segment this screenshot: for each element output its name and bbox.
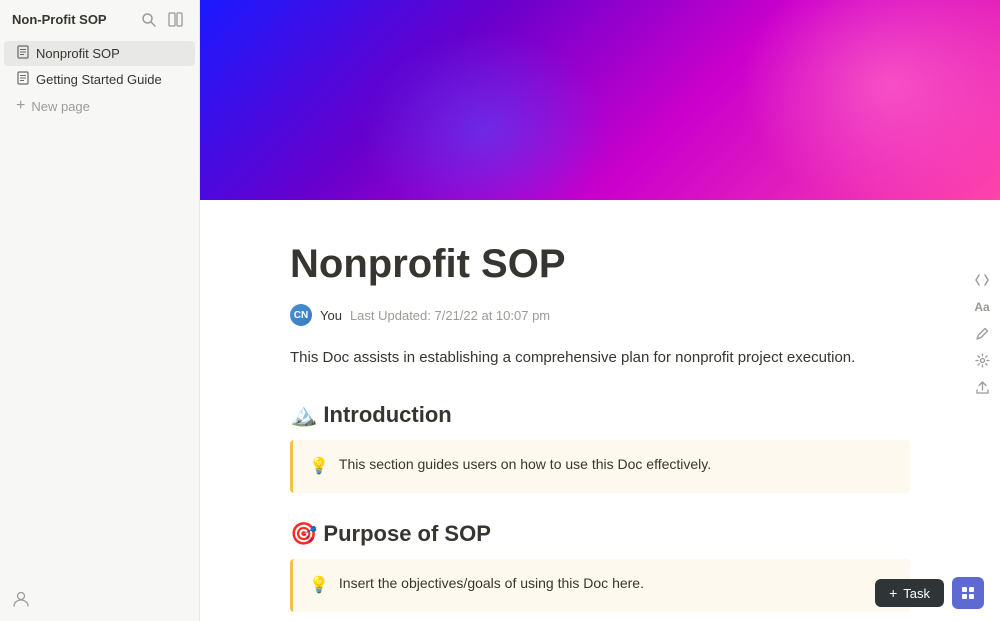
task-button[interactable]: + Task xyxy=(875,579,944,607)
sidebar-item-getting-started-label: Getting Started Guide xyxy=(36,72,183,87)
document-meta: CN You Last Updated: 7/21/22 at 10:07 pm xyxy=(290,304,910,326)
callout-text-purpose: Insert the objectives/goals of using thi… xyxy=(339,573,644,594)
sidebar-header-icons xyxy=(137,10,187,29)
apps-button[interactable] xyxy=(952,577,984,609)
sidebar-item-getting-started[interactable]: Getting Started Guide xyxy=(4,67,195,92)
settings-icon xyxy=(975,353,990,368)
callout-introduction: 💡 This section guides users on how to us… xyxy=(290,440,910,493)
font-icon: Aa xyxy=(974,300,989,314)
document-title: Nonprofit SOP xyxy=(290,240,910,288)
edit-button[interactable] xyxy=(971,322,994,345)
section-emoji-introduction: 🏔️ xyxy=(290,402,317,428)
sidebar: Non-Profit SOP xyxy=(0,0,200,621)
hero-banner xyxy=(200,0,1000,200)
right-toolbar: Aa xyxy=(964,260,1000,407)
share-icon xyxy=(975,380,990,395)
layout-icon xyxy=(168,12,183,27)
sidebar-footer xyxy=(0,582,199,621)
main-content: Nonprofit SOP CN You Last Updated: 7/21/… xyxy=(200,0,1000,621)
new-page-button[interactable]: + New page xyxy=(4,93,195,119)
section-title-purpose: Purpose of SOP xyxy=(323,521,490,547)
callout-icon-purpose: 💡 xyxy=(309,574,329,598)
new-page-label: New page xyxy=(31,99,90,114)
doc-icon-2 xyxy=(16,71,30,88)
edit-icon xyxy=(975,326,990,341)
document-body: Nonprofit SOP CN You Last Updated: 7/21/… xyxy=(250,200,950,621)
user-icon[interactable] xyxy=(12,590,30,613)
settings-button[interactable] xyxy=(971,349,994,372)
layout-toggle-button[interactable] xyxy=(164,10,187,29)
font-button[interactable]: Aa xyxy=(970,296,993,318)
plus-icon: + xyxy=(16,97,25,115)
doc-icon xyxy=(16,45,30,62)
sidebar-header: Non-Profit SOP xyxy=(0,0,199,38)
sidebar-item-nonprofit-sop-label: Nonprofit SOP xyxy=(36,46,183,61)
apps-grid-icon xyxy=(961,586,975,600)
last-updated: Last Updated: 7/21/22 at 10:07 pm xyxy=(350,308,550,323)
sidebar-workspace-title: Non-Profit SOP xyxy=(12,12,107,27)
sidebar-item-nonprofit-sop[interactable]: Nonprofit SOP xyxy=(4,41,195,66)
task-plus-icon: + xyxy=(889,585,897,601)
author-avatar: CN xyxy=(290,304,312,326)
collapse-button[interactable] xyxy=(970,268,994,292)
search-button[interactable] xyxy=(137,10,160,29)
document-description: This Doc assists in establishing a compr… xyxy=(290,346,910,370)
author-name: You xyxy=(320,308,342,323)
section-emoji-purpose: 🎯 xyxy=(290,521,317,547)
bottom-bar: + Task xyxy=(875,577,984,609)
callout-icon-introduction: 💡 xyxy=(309,455,329,479)
task-label: Task xyxy=(903,586,930,601)
sidebar-nav: Nonprofit SOP Getting Started Guide + Ne… xyxy=(0,38,199,582)
collapse-icon xyxy=(974,272,990,288)
section-heading-introduction: 🏔️ Introduction xyxy=(290,402,910,428)
section-heading-purpose: 🎯 Purpose of SOP xyxy=(290,521,910,547)
share-button[interactable] xyxy=(971,376,994,399)
callout-text-introduction: This section guides users on how to use … xyxy=(339,454,711,475)
search-icon xyxy=(141,12,156,27)
callout-purpose: 💡 Insert the objectives/goals of using t… xyxy=(290,559,910,612)
section-title-introduction: Introduction xyxy=(323,402,451,428)
